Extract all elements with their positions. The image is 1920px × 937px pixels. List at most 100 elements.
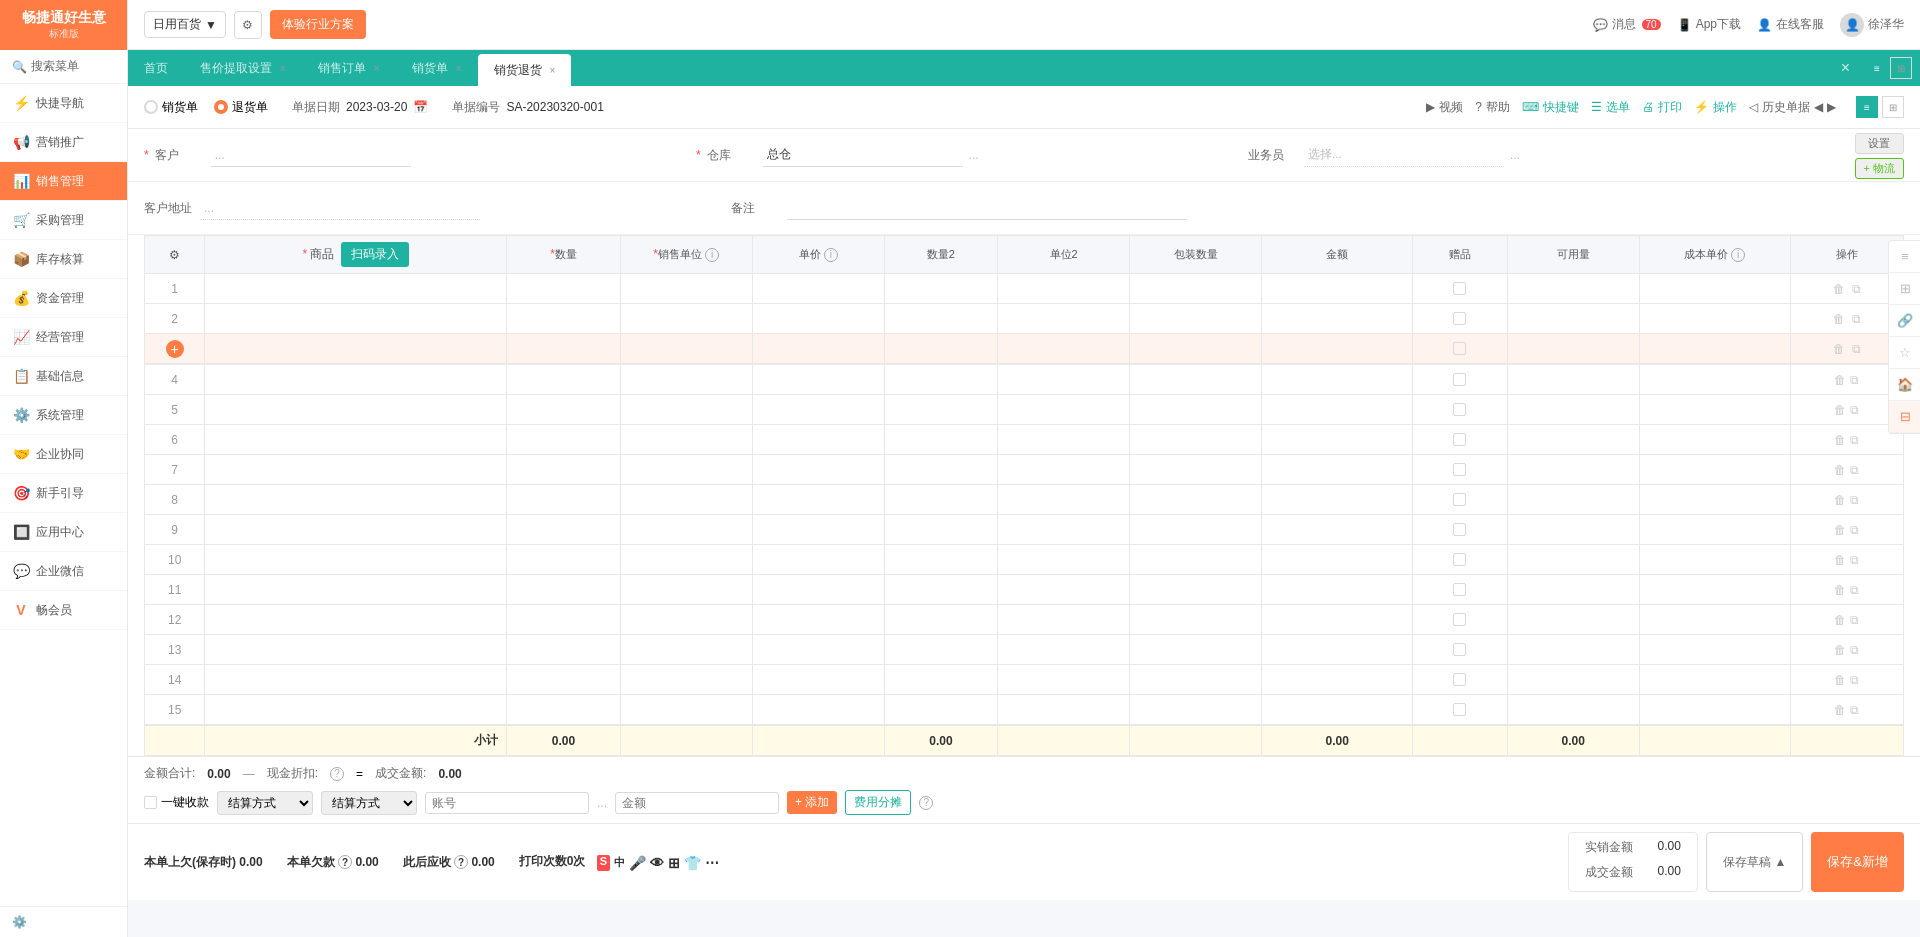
settlement-method-select[interactable]: 结算方式: [217, 791, 313, 815]
cost-cell[interactable]: [1639, 395, 1790, 425]
qty2-cell[interactable]: [884, 485, 997, 515]
tab-price-setup[interactable]: 售价提取设置 ×: [184, 50, 302, 86]
gift-cell[interactable]: [1413, 455, 1507, 485]
shortcut-btn[interactable]: ⌨ 快捷键: [1522, 99, 1579, 116]
side-icon-3[interactable]: 🔗: [1889, 305, 1920, 337]
gift-cell[interactable]: [1413, 665, 1507, 695]
gear-icon[interactable]: ⚙: [169, 248, 180, 262]
qty-cell[interactable]: [507, 485, 620, 515]
gift-checkbox[interactable]: [1453, 463, 1466, 476]
price-cell[interactable]: [752, 425, 884, 455]
app-download-button[interactable]: 📱 App下载: [1677, 16, 1741, 33]
qty-cell[interactable]: [507, 635, 620, 665]
add-row-btn-cell[interactable]: +: [145, 334, 205, 364]
gift-checkbox[interactable]: [1453, 553, 1466, 566]
avail-cell[interactable]: [1507, 485, 1639, 515]
amount-cell[interactable]: [1262, 575, 1413, 605]
delete-row-btn[interactable]: 🗑: [1833, 282, 1845, 296]
copy-row-btn[interactable]: ⧉: [1850, 463, 1859, 477]
message-button[interactable]: 💬 消息 70: [1593, 16, 1661, 33]
cost-cell[interactable]: [1639, 665, 1790, 695]
price-cell[interactable]: [752, 545, 884, 575]
online-service-button[interactable]: 👤 在线客服: [1757, 16, 1824, 33]
product-cell[interactable]: [205, 455, 507, 485]
amount-cell[interactable]: [1262, 425, 1413, 455]
avail-cell[interactable]: [1507, 365, 1639, 395]
unit2-cell[interactable]: [998, 545, 1130, 575]
avail-cell[interactable]: [1507, 304, 1639, 334]
copy-row-btn[interactable]: ⧉: [1850, 403, 1859, 417]
new-product-input[interactable]: [205, 334, 507, 364]
cost-cell[interactable]: [1639, 304, 1790, 334]
qty2-cell[interactable]: [884, 575, 997, 605]
unit2-cell[interactable]: [998, 515, 1130, 545]
delete-row-btn[interactable]: 🗑: [1834, 673, 1846, 687]
scan-button[interactable]: 扫码录入: [341, 242, 409, 267]
product-cell[interactable]: [205, 425, 507, 455]
copy-row-btn[interactable]: ⧉: [1850, 613, 1859, 627]
product-cell[interactable]: [205, 605, 507, 635]
gift-checkbox[interactable]: [1453, 282, 1466, 295]
sidebar-settings-btn[interactable]: ⚙️: [0, 907, 127, 937]
price-cell[interactable]: [752, 575, 884, 605]
gift-cell[interactable]: [1413, 395, 1507, 425]
pack-cell[interactable]: [1130, 665, 1262, 695]
qty-cell[interactable]: [507, 304, 620, 334]
cost-cell[interactable]: [1639, 575, 1790, 605]
amount-cell[interactable]: [1262, 515, 1413, 545]
calendar-icon[interactable]: 📅: [413, 100, 428, 114]
cost-cell[interactable]: [1639, 485, 1790, 515]
price-cell[interactable]: [752, 515, 884, 545]
gift-checkbox[interactable]: [1453, 673, 1466, 686]
customer-addr-input[interactable]: ...: [200, 196, 480, 220]
unit-cell[interactable]: [620, 515, 752, 545]
unit-cell[interactable]: [620, 695, 752, 725]
qty2-cell[interactable]: [884, 395, 997, 425]
qty2-cell[interactable]: [884, 365, 997, 395]
pack-cell[interactable]: [1130, 545, 1262, 575]
gift-checkbox[interactable]: [1453, 493, 1466, 506]
unit-cell[interactable]: [620, 545, 752, 575]
settings-button[interactable]: 设置: [1855, 133, 1904, 154]
customer-input[interactable]: ...: [211, 143, 411, 167]
sidebar-item-wechat[interactable]: 💬 企业微信: [0, 552, 127, 591]
qty2-cell[interactable]: [884, 635, 997, 665]
unit2-cell[interactable]: [998, 425, 1130, 455]
sidebar-item-system[interactable]: ⚙️ 系统管理: [0, 396, 127, 435]
nav-prev-icon[interactable]: ◀: [1814, 100, 1823, 114]
qty2-cell[interactable]: [884, 274, 997, 304]
delete-row-btn[interactable]: 🗑: [1834, 373, 1846, 387]
tab-sales-return[interactable]: 销货退货 ×: [478, 54, 572, 86]
pack-cell[interactable]: [1130, 395, 1262, 425]
copy-row-btn[interactable]: ⧉: [1850, 673, 1859, 687]
save-new-button[interactable]: 保存&新增: [1811, 832, 1904, 892]
gift-checkbox[interactable]: [1453, 342, 1466, 355]
gift-cell[interactable]: [1413, 545, 1507, 575]
list-view-btn[interactable]: ≡: [1866, 57, 1888, 79]
copy-row-btn[interactable]: ⧉: [1850, 703, 1859, 717]
unit-cell[interactable]: [620, 304, 752, 334]
side-icon-4[interactable]: ☆: [1889, 337, 1920, 369]
avail-cell[interactable]: [1507, 274, 1639, 304]
gift-cell[interactable]: [1413, 365, 1507, 395]
avail-cell[interactable]: [1507, 425, 1639, 455]
delete-row-btn[interactable]: 🗑: [1834, 463, 1846, 477]
cost-cell[interactable]: [1639, 605, 1790, 635]
unit-cell[interactable]: [620, 455, 752, 485]
amount-input[interactable]: [615, 792, 779, 814]
unit-cell[interactable]: [620, 395, 752, 425]
video-btn[interactable]: ▶ 视频: [1426, 99, 1463, 116]
avail-cell[interactable]: [1507, 515, 1639, 545]
gift-checkbox[interactable]: [1453, 312, 1466, 325]
copy-row-btn[interactable]: ⧉: [1852, 312, 1861, 326]
new-qty2-cell[interactable]: [884, 334, 997, 364]
cost-cell[interactable]: [1639, 425, 1790, 455]
unit2-cell[interactable]: [998, 575, 1130, 605]
sidebar-item-sales[interactable]: 📊 销售管理: [0, 162, 127, 201]
qty2-cell[interactable]: [884, 695, 997, 725]
gift-cell[interactable]: [1413, 304, 1507, 334]
new-cost-cell[interactable]: [1639, 334, 1790, 364]
gift-cell[interactable]: [1413, 425, 1507, 455]
qty-cell[interactable]: [507, 365, 620, 395]
price-cell[interactable]: [752, 304, 884, 334]
